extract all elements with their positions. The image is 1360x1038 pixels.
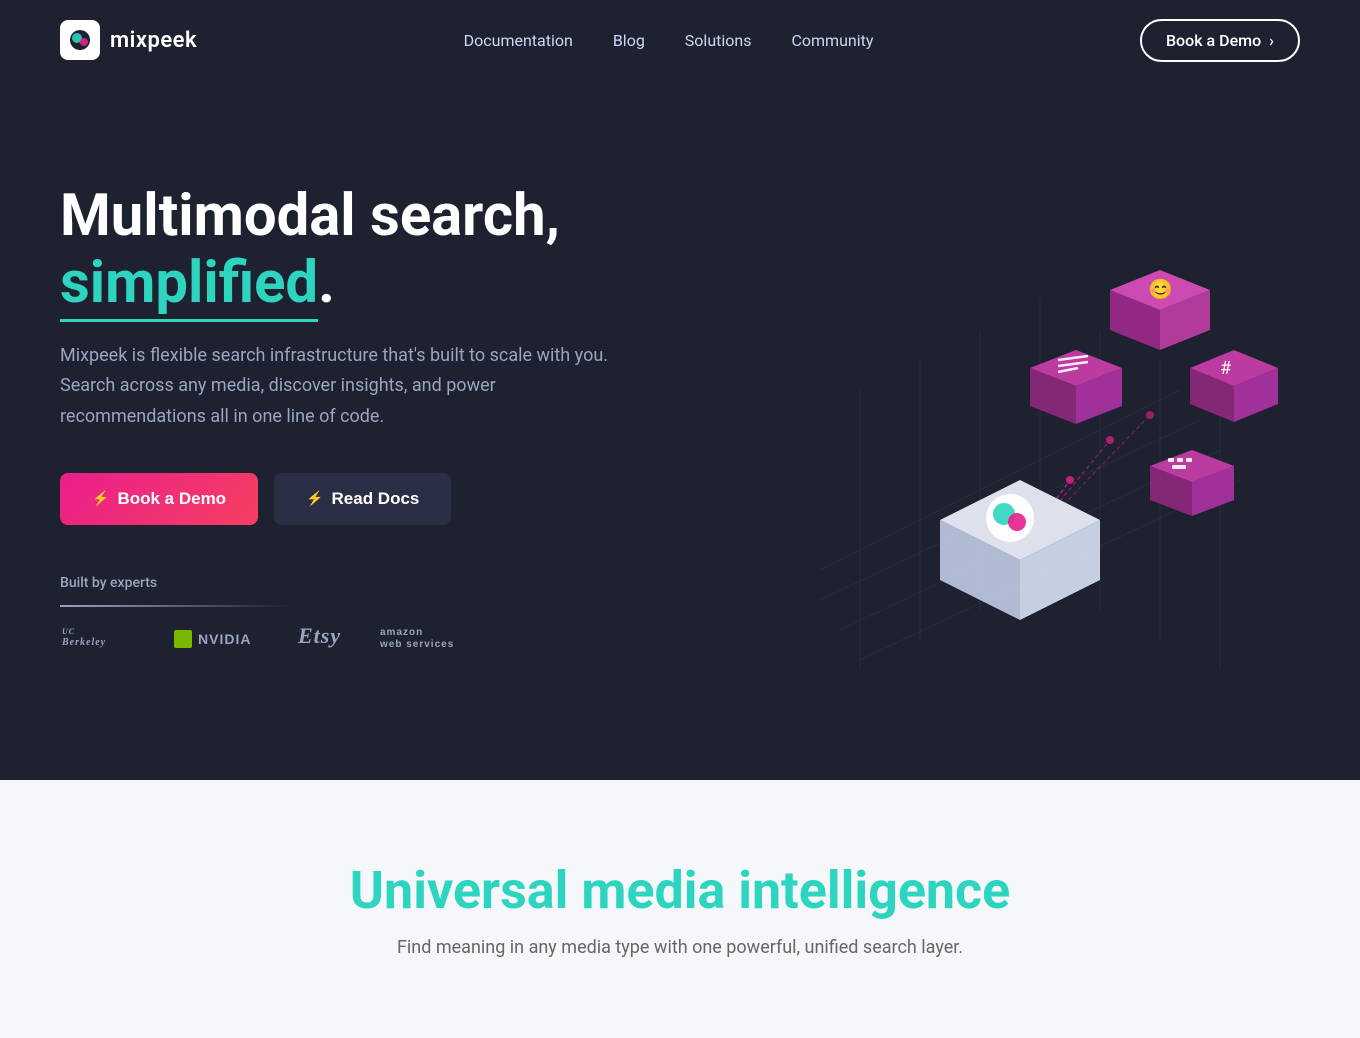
nav-book-demo-button[interactable]: Book a Demo › <box>1140 19 1300 62</box>
logo-text: mixpeek <box>110 28 197 53</box>
bolt-icon-2: ⚡ <box>306 490 323 507</box>
built-by-section: Built by experts UC Berkeley <box>60 575 740 657</box>
berkeley-logo: UC Berkeley <box>60 622 140 656</box>
nav-solutions[interactable]: Solutions <box>685 31 752 50</box>
universal-title: Universal media intelligence <box>60 860 1300 921</box>
book-demo-button[interactable]: ⚡ Book a Demo <box>60 473 258 525</box>
nav-documentation[interactable]: Documentation <box>464 31 573 50</box>
universal-section: Universal media intelligence Find meanin… <box>0 780 1360 1038</box>
hero-content: Multimodal search, simplified. Mixpeek i… <box>60 183 740 656</box>
svg-text:amazon: amazon <box>380 627 423 638</box>
svg-text:#: # <box>1220 358 1231 379</box>
hero-description: Mixpeek is flexible search infrastructur… <box>60 341 620 433</box>
hero-illustration: 😊 # <box>740 140 1300 700</box>
bolt-icon: ⚡ <box>92 490 109 507</box>
read-docs-button[interactable]: ⚡ Read Docs <box>274 473 451 525</box>
nav-blog[interactable]: Blog <box>613 31 645 50</box>
svg-text:web services: web services <box>379 639 454 650</box>
hero-section: Multimodal search, simplified. Mixpeek i… <box>0 80 1360 780</box>
svg-text:Etsy: Etsy <box>297 623 341 648</box>
hero-title: Multimodal search, simplified. <box>60 183 740 316</box>
built-by-divider <box>60 605 290 607</box>
svg-text:UC Berkeley: UC Berkeley <box>61 625 106 648</box>
logo[interactable]: mixpeek <box>60 20 197 60</box>
nav-links: Documentation Blog Solutions Community <box>464 31 874 50</box>
iso-svg: 😊 # <box>760 150 1280 690</box>
nav-community[interactable]: Community <box>791 31 873 50</box>
etsy-logo: Etsy <box>294 621 344 656</box>
built-by-label: Built by experts <box>60 575 740 591</box>
svg-text:NVIDIA: NVIDIA <box>198 631 251 647</box>
hero-buttons: ⚡ Book a Demo ⚡ Read Docs <box>60 473 740 525</box>
logo-icon <box>60 20 100 60</box>
svg-text:😊: 😊 <box>1148 277 1173 301</box>
aws-logo: amazon web services <box>376 621 476 657</box>
universal-subtitle: Find meaning in any media type with one … <box>330 937 1030 958</box>
navbar: mixpeek Documentation Blog Solutions Com… <box>0 0 1360 80</box>
brand-logos: UC Berkeley NVIDIA Etsy <box>60 621 740 657</box>
nvidia-logo: NVIDIA <box>172 624 262 654</box>
